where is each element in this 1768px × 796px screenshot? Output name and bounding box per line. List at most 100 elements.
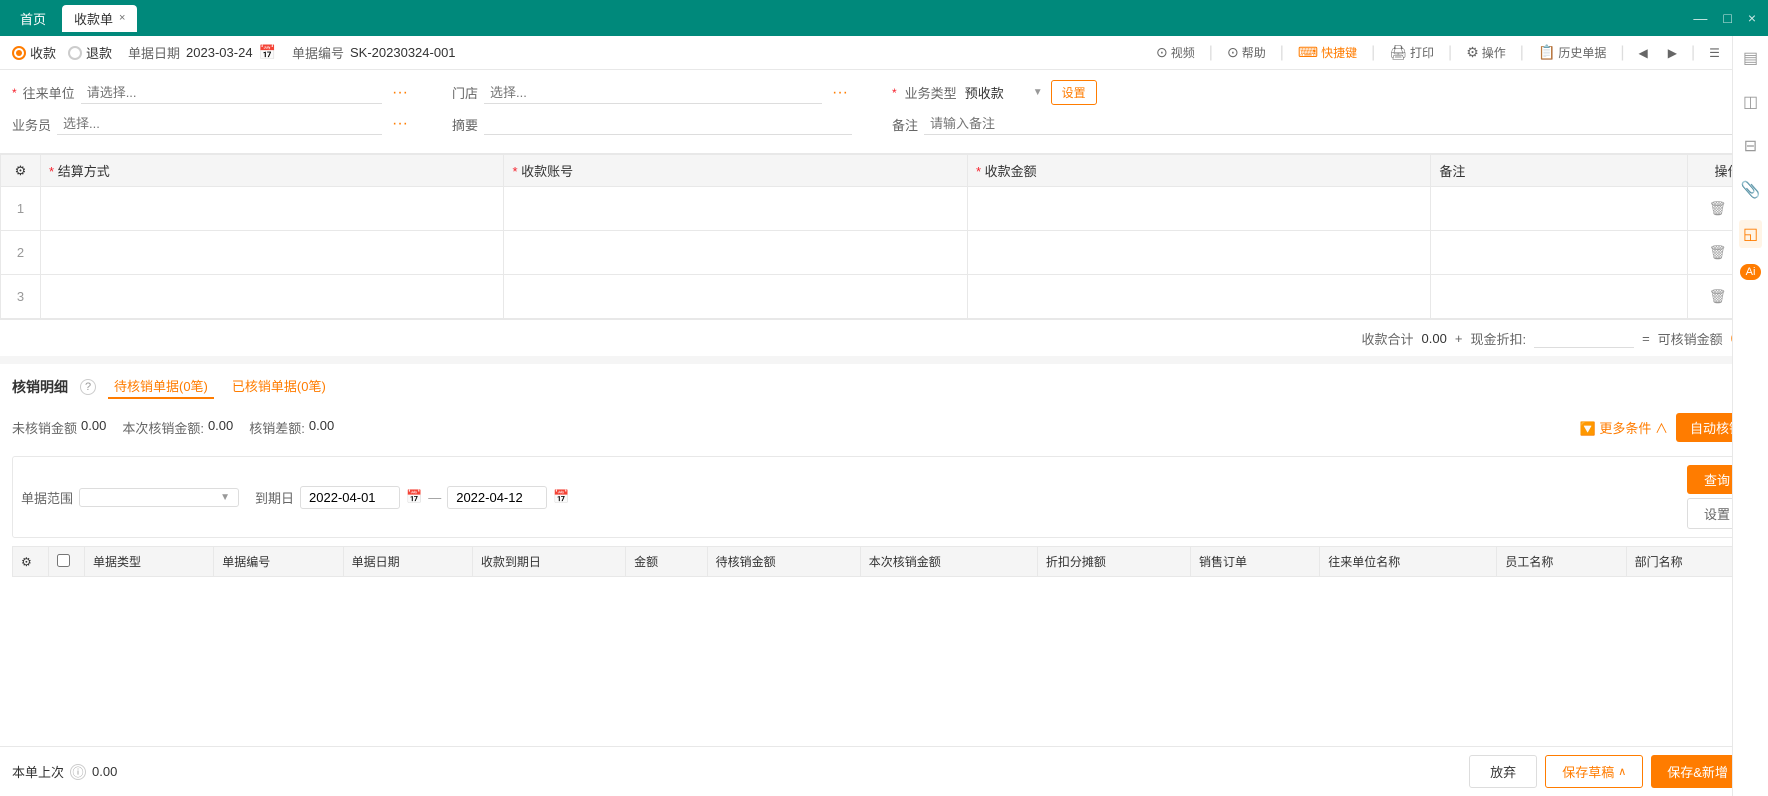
bottom-col-header: 往来单位名称 [1320, 547, 1497, 577]
bottom-col-header: 待核销金额 [707, 547, 860, 577]
list-view-btn[interactable]: ☰ [1703, 44, 1726, 62]
date-from-input[interactable] [300, 486, 400, 509]
tab-close-icon[interactable]: × [119, 12, 125, 24]
summary-discount-input[interactable] [1534, 328, 1634, 348]
range-chevron-icon: ▼ [220, 492, 230, 503]
row-account[interactable] [504, 231, 967, 275]
bottom-gear-header[interactable]: ⚙ [13, 547, 49, 577]
abandon-btn[interactable]: 放弃 [1469, 755, 1537, 788]
hexiao-tab-pending[interactable]: 待核销单据(0笔) [108, 374, 214, 399]
radio-shoukuan-dot [12, 46, 26, 60]
ai-badge[interactable]: Ai [1740, 264, 1762, 280]
row-settlement[interactable] [41, 187, 504, 231]
row-settlement[interactable] [41, 275, 504, 319]
row-delete-icon[interactable]: 🗑 [1709, 244, 1727, 260]
sidebar-minus-icon[interactable]: ⊟ [1740, 132, 1761, 160]
maximize-btn[interactable]: □ [1719, 8, 1735, 28]
date-value: 2023-03-24 [186, 45, 253, 60]
row-delete-icon[interactable]: 🗑 [1709, 288, 1727, 304]
row-settlement[interactable] [41, 231, 504, 275]
date-label: 单据日期 [128, 43, 180, 62]
history-btn[interactable]: 📋 历史单据 [1532, 42, 1612, 63]
store-input[interactable] [484, 82, 822, 104]
remark-input[interactable] [924, 113, 1756, 135]
sidebar-table-icon[interactable]: ▤ [1739, 44, 1762, 72]
hexiao-title-row: 核销明细 ? 待核销单据(0笔) 已核销单据(0笔) [12, 374, 1756, 399]
summary-input[interactable] [484, 113, 852, 135]
bottom-col-header: 员工名称 [1497, 547, 1626, 577]
store-more-btn[interactable]: ··· [828, 84, 852, 102]
row-amount[interactable] [967, 187, 1430, 231]
row-remark[interactable] [1431, 231, 1688, 275]
operate-btn[interactable]: ⚙ 操作 [1460, 42, 1512, 63]
close-btn[interactable]: × [1744, 8, 1760, 28]
counter-input[interactable] [81, 82, 382, 104]
biz-type-dropdown[interactable]: ▼ [1033, 87, 1043, 98]
sidebar-doc-icon[interactable]: ◫ [1739, 88, 1762, 116]
table-gear-header[interactable]: ⚙ [1, 155, 41, 187]
shortcut-btn[interactable]: ⌨ 快捷键 [1292, 42, 1363, 63]
row-delete-icon[interactable]: 🗑 [1709, 200, 1727, 216]
bottom-check-header[interactable] [49, 547, 85, 577]
save-draft-btn[interactable]: 保存草稿 ∧ [1545, 755, 1643, 788]
tab-shoukuan[interactable]: 收款单 × [62, 5, 137, 32]
row-remark[interactable] [1431, 187, 1688, 231]
diff-label: 核销差额: [249, 418, 305, 437]
col-settlement-header: * 结算方式 [41, 155, 504, 187]
row-account[interactable] [504, 275, 967, 319]
settings-btn[interactable]: 设置 [1051, 80, 1097, 105]
sidebar-expand-icon[interactable]: ◱ [1739, 220, 1762, 248]
range-label: 单据范围 [21, 488, 73, 507]
summary-row: 收款合计 0.00 + 现金折扣: = 可核销金额 0.00 [0, 319, 1768, 356]
row-account[interactable] [504, 187, 967, 231]
biz-required: * [892, 86, 897, 100]
staff-more-btn[interactable]: ··· [388, 115, 412, 133]
help-btn[interactable]: ⊙ 帮助 [1221, 42, 1272, 63]
help-icon: ⊙ [1227, 44, 1239, 61]
range-select[interactable]: ▼ [79, 488, 239, 507]
table-row: 1 🗑 ⧉ [1, 187, 1768, 231]
counter-required: * [12, 86, 17, 100]
tab-home-label: 首页 [20, 9, 46, 28]
date-to-icon[interactable]: 📅 [553, 489, 569, 505]
hexiao-info-icon[interactable]: ? [80, 379, 96, 395]
footer-info-icon[interactable]: ⓘ [70, 764, 86, 780]
footer-right: 放弃 保存草稿 ∧ 保存&新增 ∧ [1469, 755, 1756, 788]
date-field: 单据日期 2023-03-24 📅 [128, 43, 276, 62]
calendar-icon[interactable]: 📅 [259, 44, 276, 61]
radio-group: 收款 退款 [12, 43, 112, 62]
counter-more-btn[interactable]: ··· [388, 84, 412, 102]
summary-total-value: 0.00 [1422, 331, 1447, 346]
date-range-field: 到期日 📅 — 📅 [255, 486, 569, 509]
radio-shoukuan[interactable]: 收款 [12, 43, 56, 62]
sidebar-clip-icon[interactable]: 📎 [1737, 176, 1765, 204]
number-value: SK-20230324-001 [350, 45, 456, 60]
toolbar-right: ⊙ 视频 | ⊙ 帮助 | ⌨ 快捷键 | 🖨 打印 | ⚙ 操作 [1150, 42, 1756, 63]
save-new-label: 保存&新增 [1667, 762, 1728, 781]
date-to-input[interactable] [447, 486, 547, 509]
select-all-checkbox[interactable] [57, 554, 70, 567]
staff-input[interactable] [57, 113, 382, 135]
form-row-1: * 往来单位 ··· 门店 ··· * 业务类型 预收款 ▼ 设置 [12, 80, 1756, 105]
diff-value: 0.00 [309, 418, 334, 437]
nav-next-btn[interactable]: ▶ [1662, 44, 1683, 62]
minimize-btn[interactable]: — [1689, 8, 1711, 28]
filter-right: 🔽 更多条件 ∧ 自动核销 [1580, 413, 1756, 442]
row-amount[interactable] [967, 275, 1430, 319]
print-btn[interactable]: 🖨 打印 [1383, 42, 1440, 63]
shortcut-icon: ⌨ [1298, 44, 1318, 61]
video-btn[interactable]: ⊙ 视频 [1150, 42, 1201, 63]
row-remark[interactable] [1431, 275, 1688, 319]
footer-value: 0.00 [92, 764, 117, 779]
row-amount[interactable] [967, 231, 1430, 275]
tab-home[interactable]: 首页 [8, 5, 58, 32]
nav-prev-btn[interactable]: ◀ [1633, 44, 1654, 62]
more-conditions-btn[interactable]: 🔽 更多条件 ∧ [1580, 418, 1668, 437]
radio-tuikuan[interactable]: 退款 [68, 43, 112, 62]
bottom-col-header: 收款到期日 [472, 547, 625, 577]
history-label: 历史单据 [1558, 44, 1606, 61]
date-from-icon[interactable]: 📅 [406, 489, 422, 505]
hexiao-tab-done[interactable]: 已核销单据(0笔) [226, 374, 332, 399]
gear-icon: ⚙ [15, 163, 27, 178]
footer-left: 本单上次 ⓘ 0.00 [12, 762, 117, 781]
